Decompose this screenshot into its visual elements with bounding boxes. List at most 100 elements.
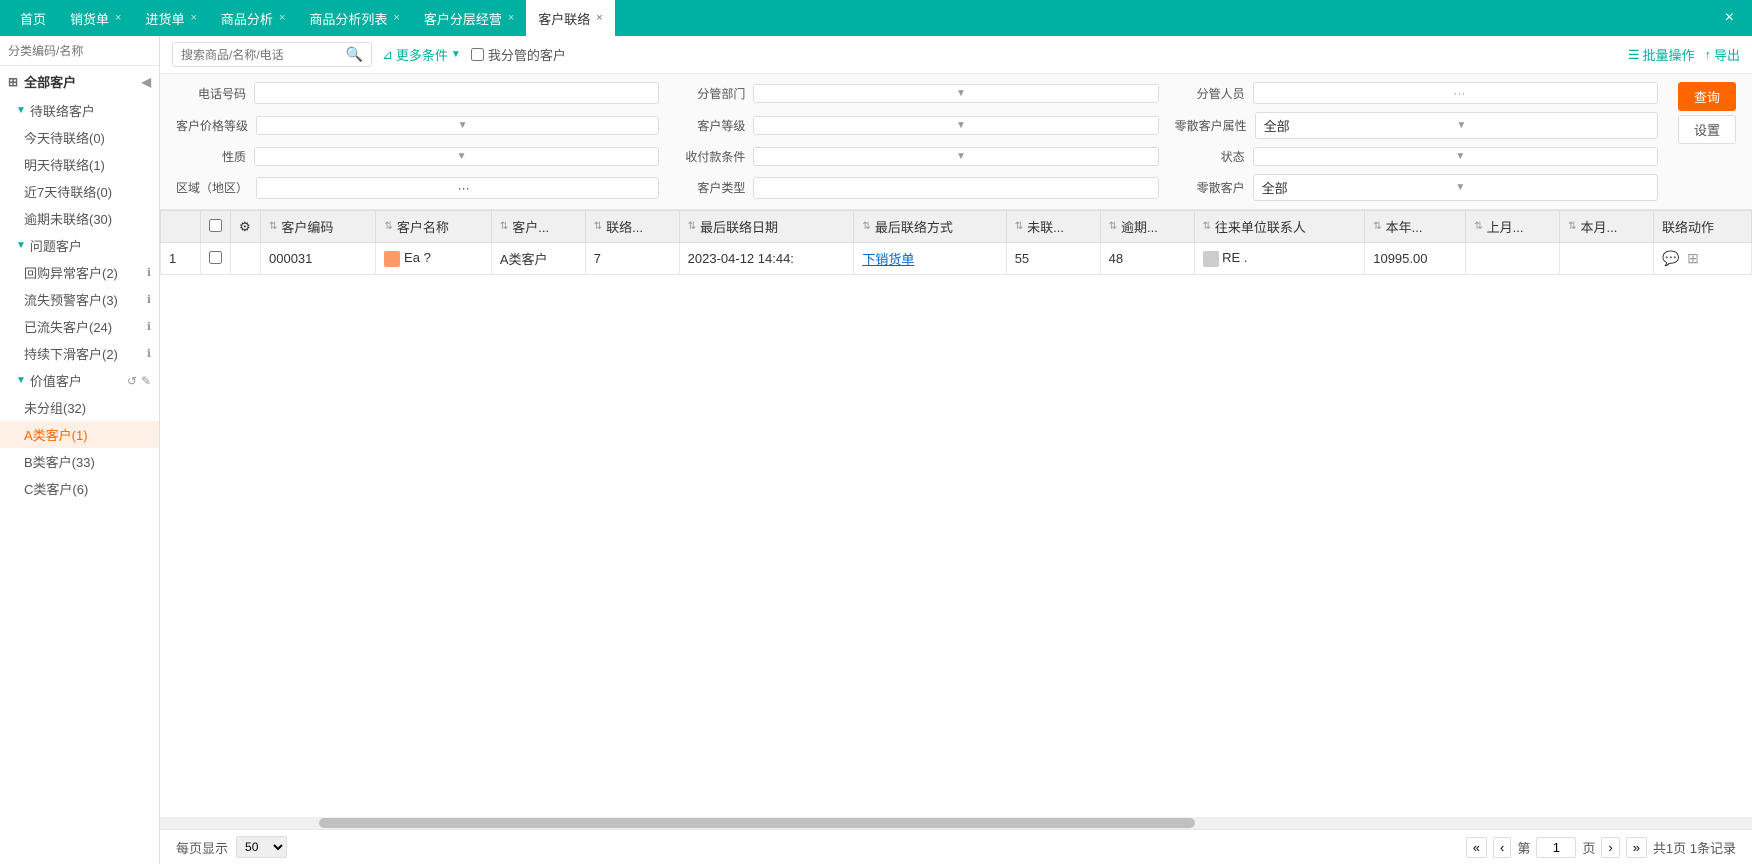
sidebar-group-problem[interactable]: ▼ 问题客户 bbox=[0, 232, 159, 259]
nav-close-product-analysis[interactable]: × bbox=[279, 12, 285, 24]
sidebar-all-customers[interactable]: ⊞ 全部客户 ◀ bbox=[0, 66, 159, 97]
sidebar-item-c-class[interactable]: C类客户(6) bbox=[0, 475, 159, 502]
filter-retail-attr-select[interactable]: 全部 ▼ bbox=[1255, 112, 1658, 139]
filter-payment-select[interactable]: ▼ bbox=[753, 147, 1158, 166]
bulk-icon: ☰ bbox=[1628, 47, 1640, 63]
filter-region: 区域（地区） ··· bbox=[176, 177, 659, 199]
info-icon-3[interactable]: ℹ bbox=[147, 320, 151, 333]
sort-icon-method[interactable]: ⇅ bbox=[862, 221, 870, 232]
collapse-icon[interactable]: ◀ bbox=[142, 75, 151, 89]
first-page-button[interactable]: « bbox=[1466, 837, 1487, 858]
nav-purchase-order[interactable]: 进货单 × bbox=[133, 0, 208, 36]
sidebar-item-ungrouped[interactable]: 未分组(32) bbox=[0, 394, 159, 421]
sidebar-item-churn-warning[interactable]: 流失预警客户(3) ℹ bbox=[0, 286, 159, 313]
chevron-down-icon-level: ▼ bbox=[956, 120, 1150, 131]
filter-level-select[interactable]: ▼ bbox=[753, 116, 1158, 135]
dots-icon-region[interactable]: ··· bbox=[458, 181, 651, 195]
sort-icon-last-month[interactable]: ⇅ bbox=[1474, 221, 1482, 232]
nav-customer-segment[interactable]: 客户分层经营 × bbox=[412, 0, 526, 36]
my-customers-checkbox[interactable] bbox=[471, 48, 484, 61]
sort-icon-this-month[interactable]: ⇅ bbox=[1568, 221, 1576, 232]
refresh-icon[interactable]: ↺ bbox=[127, 374, 137, 388]
sidebar-item-7days-pending[interactable]: 近7天待联络(0) bbox=[0, 178, 159, 205]
page-size-select[interactable]: 50 20 100 bbox=[236, 836, 287, 858]
nav-close-purchase[interactable]: × bbox=[190, 12, 196, 24]
customer-table: ⚙ ⇅ 客户编码 ⇅ 客户名称 bbox=[160, 210, 1752, 275]
triangle-icon: ▼ bbox=[16, 105, 26, 116]
main-search-icon[interactable]: 🔍 bbox=[346, 46, 363, 63]
main-search-input[interactable] bbox=[181, 48, 346, 62]
sidebar-item-overdue[interactable]: 逾期未联络(30) bbox=[0, 205, 159, 232]
sort-icon-date[interactable]: ⇅ bbox=[688, 221, 696, 232]
nav-close-sales[interactable]: × bbox=[115, 12, 121, 24]
sidebar-item-a-class[interactable]: A类客户(1) bbox=[0, 421, 159, 448]
main-layout: 🔍 ⊞ 全部客户 ◀ ▼ 待联络客户 今天待联络(0) 明天待联络(1) 近7天… bbox=[0, 36, 1752, 864]
filter-dept-select[interactable]: ▼ bbox=[753, 84, 1158, 103]
sort-icon-unit[interactable]: ⇅ bbox=[1203, 221, 1211, 232]
chevron-down-icon: ▼ bbox=[451, 49, 461, 60]
qr-icon[interactable]: ⊞ bbox=[1687, 250, 1699, 266]
select-all-checkbox[interactable] bbox=[209, 219, 222, 232]
th-category: ⇅ 客户... bbox=[491, 211, 585, 243]
edit-icon[interactable]: ✎ bbox=[141, 374, 151, 388]
prev-page-button[interactable]: ‹ bbox=[1493, 837, 1511, 858]
info-icon-1[interactable]: ℹ bbox=[147, 266, 151, 279]
sort-icon-no-contact[interactable]: ⇅ bbox=[1015, 221, 1023, 232]
nav-home[interactable]: 首页 bbox=[8, 0, 58, 36]
setting-button[interactable]: 设置 bbox=[1678, 115, 1736, 144]
sidebar-item-churned[interactable]: 已流失客户(24) ℹ bbox=[0, 313, 159, 340]
current-page-input[interactable] bbox=[1536, 837, 1576, 858]
gear-icon[interactable]: ⚙ bbox=[239, 219, 251, 234]
sidebar-item-repurchase-abnormal[interactable]: 回购异常客户(2) ℹ bbox=[0, 259, 159, 286]
sort-icon-contact[interactable]: ⇅ bbox=[594, 221, 602, 232]
filter-price-select[interactable]: ▼ bbox=[256, 116, 659, 135]
sidebar-item-b-class[interactable]: B类客户(33) bbox=[0, 448, 159, 475]
nav-sales-order[interactable]: 销货单 × bbox=[58, 0, 133, 36]
nav-product-analysis-list[interactable]: 商品分析列表 × bbox=[297, 0, 411, 36]
filter-retail-select[interactable]: 全部 ▼ bbox=[1253, 174, 1658, 201]
nav-customer-contact[interactable]: 客户联络 × bbox=[526, 0, 614, 36]
nav-close-product-list[interactable]: × bbox=[393, 12, 399, 24]
filter-status-select[interactable]: ▼ bbox=[1253, 147, 1658, 166]
close-all-button[interactable]: × bbox=[1715, 9, 1744, 27]
sort-icon-year[interactable]: ⇅ bbox=[1373, 221, 1381, 232]
filter-retail-attr: 零散客户属性 全部 ▼ bbox=[1175, 112, 1658, 139]
filter-nature-select[interactable]: ▼ bbox=[254, 147, 659, 166]
sort-icon-name[interactable]: ⇅ bbox=[384, 221, 392, 232]
sidebar-item-today-pending[interactable]: 今天待联络(0) bbox=[0, 124, 159, 151]
last-page-button[interactable]: » bbox=[1626, 837, 1647, 858]
last-method-link[interactable]: 下销货单 bbox=[862, 252, 914, 267]
export-button[interactable]: ↑ 导出 bbox=[1704, 45, 1740, 64]
nav-close-contact[interactable]: × bbox=[596, 12, 602, 24]
bulk-action-button[interactable]: ☰ 批量操作 bbox=[1628, 45, 1695, 64]
info-icon-2[interactable]: ℹ bbox=[147, 293, 151, 306]
filter-status: 状态 ▼ bbox=[1175, 147, 1658, 166]
info-icon-4[interactable]: ℹ bbox=[147, 347, 151, 360]
next-page-button[interactable]: › bbox=[1601, 837, 1619, 858]
sort-icon-overdue[interactable]: ⇅ bbox=[1109, 221, 1117, 232]
filter-row-1: 电话号码 分管部门 ▼ 分管人员 bbox=[176, 82, 1658, 104]
row-checkbox[interactable] bbox=[209, 251, 222, 264]
chat-icon[interactable]: 💬 bbox=[1662, 250, 1679, 266]
sidebar-item-declining[interactable]: 持续下滑客户(2) ℹ bbox=[0, 340, 159, 367]
filter-customer-type-input[interactable] bbox=[753, 177, 1158, 199]
cell-contact-count: 7 bbox=[585, 243, 679, 275]
nav-product-analysis[interactable]: 商品分析 × bbox=[209, 0, 297, 36]
sort-icon-cat[interactable]: ⇅ bbox=[500, 221, 508, 232]
sidebar-item-tomorrow-pending[interactable]: 明天待联络(1) bbox=[0, 151, 159, 178]
sidebar-group-pending[interactable]: ▼ 待联络客户 bbox=[0, 97, 159, 124]
more-filters-button[interactable]: ⊿ 更多条件 ▼ bbox=[382, 45, 461, 64]
nav-close-segment[interactable]: × bbox=[508, 12, 514, 24]
filter-manager-select[interactable]: ··· bbox=[1253, 82, 1658, 104]
sidebar-group-value[interactable]: ▼ 价值客户 ↺ ✎ bbox=[0, 367, 159, 394]
scrollbar-thumb[interactable] bbox=[319, 818, 1195, 828]
filter-phone-input[interactable] bbox=[254, 82, 659, 104]
sidebar-search-input[interactable] bbox=[8, 44, 160, 58]
triangle-icon-3: ▼ bbox=[16, 375, 26, 386]
query-button-area: 查询 设置 bbox=[1678, 82, 1736, 201]
horizontal-scrollbar[interactable] bbox=[160, 817, 1752, 829]
query-button[interactable]: 查询 bbox=[1678, 82, 1736, 111]
dots-icon-manager[interactable]: ··· bbox=[1453, 86, 1645, 100]
sort-icon-code[interactable]: ⇅ bbox=[269, 221, 277, 232]
filter-region-select[interactable]: ··· bbox=[256, 177, 659, 199]
